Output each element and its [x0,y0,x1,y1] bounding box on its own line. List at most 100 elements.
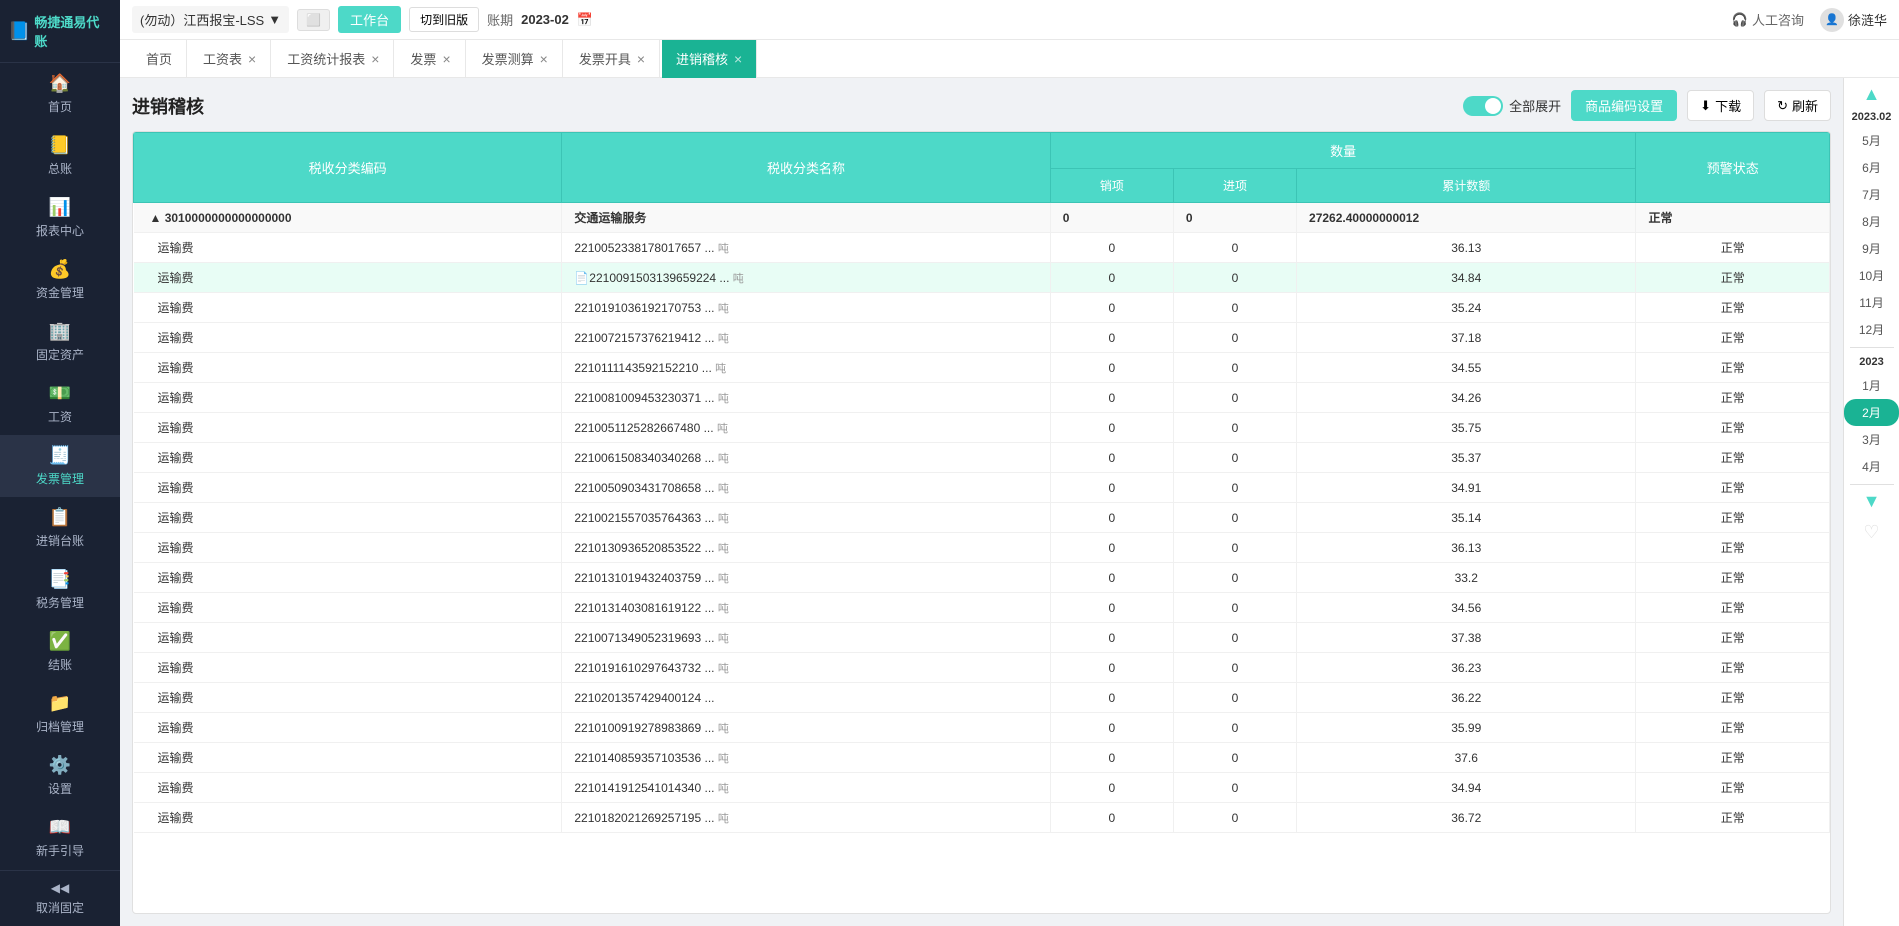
calendar-month-6[interactable]: 6月 [1844,154,1899,181]
row-sales: 0 [1050,503,1173,533]
row-total: 36.22 [1297,683,1636,713]
sidebar-item-invoice[interactable]: 🧾 发票管理 [0,435,120,497]
calendar-next-arrow[interactable]: ▼ [1861,489,1883,514]
sidebar-item-guide[interactable]: 📖 新手引导 [0,807,120,869]
user-name: 徐涟华 [1848,10,1887,29]
data-table-wrapper: 税收分类编码 税收分类名称 数量 预警状态 销项 进项 累计数额 ▲ 3 [132,131,1831,914]
sales-icon: 📋 [49,507,71,528]
tab-payroll-report[interactable]: 工资统计报表 × [273,40,394,78]
row-status: 正常 [1636,563,1830,593]
calendar-month-2[interactable]: 2月 [1844,399,1899,426]
row-status: 正常 [1636,203,1830,233]
company-selector[interactable]: (勿动）江西报宝-LSS ▼ [132,6,289,33]
sidebar-item-label: 进销台账 [36,532,84,549]
ledger-icon: 📒 [49,135,71,156]
calendar-month-5[interactable]: 5月 [1844,127,1899,154]
row-invoice: 2210051125282667480 ... 吨 [562,413,1050,443]
sidebar-item-settings[interactable]: ⚙️ 设置 [0,745,120,807]
calendar-month-9[interactable]: 9月 [1844,235,1899,262]
sidebar-unpin[interactable]: ◀◀ 取消固定 [0,870,120,926]
row-status: 正常 [1636,383,1830,413]
user-menu[interactable]: 👤 徐涟华 [1820,8,1887,32]
sidebar-item-salary[interactable]: 💵 工资 [0,373,120,435]
table-row: 运输费 2210130936520853522 ... 吨 0 0 36.13 … [134,533,1830,563]
calendar-month-8[interactable]: 8月 [1844,208,1899,235]
row-sales: 0 [1050,473,1173,503]
row-status: 正常 [1636,593,1830,623]
company-dropdown-icon: ▼ [268,12,281,27]
calendar-month-7[interactable]: 7月 [1844,181,1899,208]
tab-close-icon[interactable]: × [442,52,450,66]
sidebar-item-funds[interactable]: 💰 资金管理 [0,249,120,311]
table-row: 运输费 2210140859357103536 ... 吨 0 0 37.6 正… [134,743,1830,773]
row-invoice: 2210191610297643732 ... 吨 [562,653,1050,683]
calendar-prev-arrow[interactable]: ▲ [1861,82,1883,107]
th-quantity: 数量 [1050,133,1636,169]
tab-invoice[interactable]: 发票 × [396,40,465,78]
tab-close-icon[interactable]: × [540,52,548,66]
tab-payroll[interactable]: 工资表 × [189,40,271,78]
sidebar-item-assets[interactable]: 🏢 固定资产 [0,311,120,373]
download-button[interactable]: ⬇ 下载 [1687,90,1754,121]
table-row: 运输费 2210050903431708658 ... 吨 0 0 34.91 … [134,473,1830,503]
row-status: 正常 [1636,413,1830,443]
funds-icon: 💰 [49,259,71,280]
copy-button[interactable]: ⬜ [297,9,330,31]
calendar-month-3[interactable]: 3月 [1844,426,1899,453]
sidebar-item-tax[interactable]: 📑 税务管理 [0,559,120,621]
tax-icon: 📑 [49,569,71,590]
sidebar-item-label: 首页 [48,98,72,115]
row-purchase: 0 [1173,383,1296,413]
calendar-icon[interactable]: 📅 [577,12,593,28]
row-sales: 0 [1050,233,1173,263]
tab-sales-check[interactable]: 进销稽核 × [662,40,757,78]
tab-label: 工资统计报表 [287,49,365,68]
sidebar-item-sales[interactable]: 📋 进销台账 [0,497,120,559]
row-sales: 0 [1050,443,1173,473]
row-name: 交通运输服务 [562,203,1050,233]
row-invoice: 2210130936520853522 ... 吨 [562,533,1050,563]
row-sales: 0 [1050,323,1173,353]
tabbar: 首页 工资表 × 工资统计报表 × 发票 × 发票测算 × 发票开具 × 进销稽… [120,40,1899,78]
download-label: 下载 [1715,96,1741,115]
row-purchase: 0 [1173,323,1296,353]
sidebar-item-report[interactable]: 📊 报表中心 [0,187,120,249]
sidebar-item-archive[interactable]: 📁 归档管理 [0,683,120,745]
row-total: 35.99 [1297,713,1636,743]
tab-close-icon[interactable]: × [248,52,256,66]
th-code: 税收分类编码 [134,133,562,203]
calendar-month-4[interactable]: 4月 [1844,453,1899,480]
expand-toggle[interactable] [1463,96,1503,116]
main-area: (勿动）江西报宝-LSS ▼ ⬜ 工作台 切到旧版 账期 2023-02 📅 🎧… [120,0,1899,926]
tab-label: 发票 [410,49,436,68]
sidebar-item-label: 结账 [48,656,72,673]
refresh-button[interactable]: ↻ 刷新 [1764,90,1831,121]
switch-button[interactable]: 切到旧版 [409,7,479,32]
tab-close-icon[interactable]: × [371,52,379,66]
table-row: 运输费 2210182021269257195 ... 吨 0 0 36.72 … [134,803,1830,833]
calendar-month-12[interactable]: 12月 [1844,316,1899,343]
tab-invoice-open[interactable]: 发票开具 × [565,40,660,78]
tab-home[interactable]: 首页 [132,40,187,78]
row-sales: 0 [1050,413,1173,443]
row-purchase: 0 [1173,263,1296,293]
row-invoice: 2210052338178017657 ... 吨 [562,233,1050,263]
row-purchase: 0 [1173,683,1296,713]
goods-code-button[interactable]: 商品编码设置 [1571,90,1677,121]
data-table: 税收分类编码 税收分类名称 数量 预警状态 销项 进项 累计数额 ▲ 3 [133,132,1830,833]
sidebar-item-home[interactable]: 🏠 首页 [0,63,120,125]
calendar-month-10[interactable]: 10月 [1844,262,1899,289]
tab-close-icon[interactable]: × [637,52,645,66]
tab-label: 发票开具 [579,49,631,68]
tab-invoice-calc[interactable]: 发票测算 × [468,40,563,78]
tab-close-icon[interactable]: × [734,52,742,66]
sidebar-item-settle[interactable]: ✅ 结账 [0,621,120,683]
workspace-button[interactable]: 工作台 [338,6,401,33]
service-button[interactable]: 🎧 人工咨询 [1732,10,1804,29]
row-total: 36.13 [1297,533,1636,563]
calendar-month-1[interactable]: 1月 [1844,372,1899,399]
th-sales: 销项 [1050,169,1173,203]
calendar-month-11[interactable]: 11月 [1844,289,1899,316]
sidebar-item-ledger[interactable]: 📒 总账 [0,125,120,187]
row-invoice: 2210072157376219412 ... 吨 [562,323,1050,353]
